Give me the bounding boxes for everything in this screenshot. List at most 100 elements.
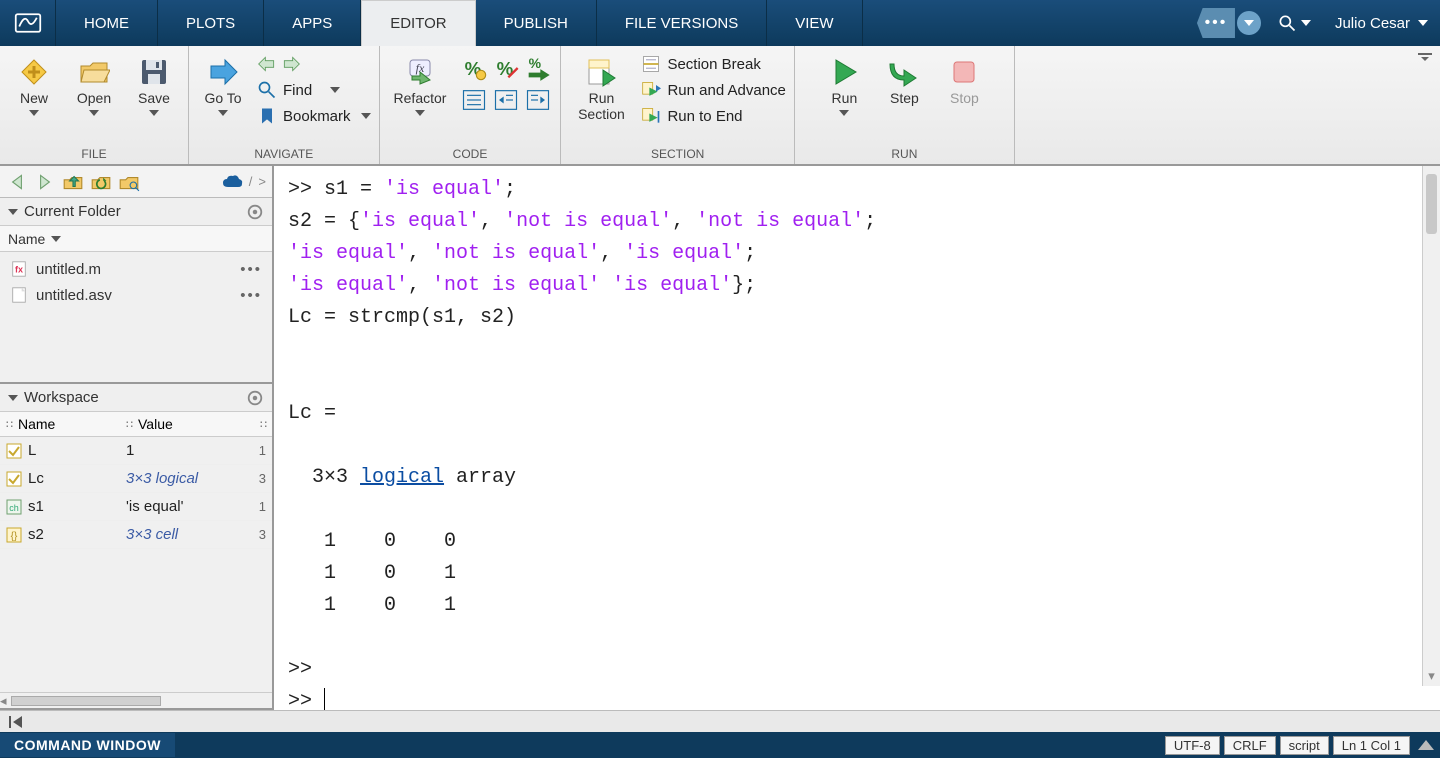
search-icon[interactable] bbox=[1277, 13, 1297, 33]
ws-var-value[interactable]: 'is equal' bbox=[120, 493, 254, 521]
ws-col-value[interactable]: ∷Value bbox=[120, 412, 254, 437]
tab-view[interactable]: VIEW bbox=[767, 0, 862, 46]
refresh-folder-icon[interactable] bbox=[90, 171, 112, 193]
tab-file-versions[interactable]: FILE VERSIONS bbox=[597, 0, 767, 46]
chevron-down-icon bbox=[149, 110, 159, 116]
tab-publish[interactable]: PUBLISH bbox=[476, 0, 597, 46]
refactor-label: Refactor bbox=[394, 90, 447, 106]
go-first-button[interactable] bbox=[6, 714, 26, 730]
new-button[interactable]: New bbox=[8, 52, 60, 120]
stop-button[interactable]: Stop bbox=[938, 52, 990, 110]
ws-col-more[interactable]: ∷ bbox=[254, 412, 272, 437]
ws-var-value[interactable]: 1 bbox=[120, 437, 254, 465]
tab-editor[interactable]: EDITOR bbox=[361, 0, 475, 46]
code-output[interactable]: >> s1 = 'is equal'; s2 = {'is equal', 'n… bbox=[274, 166, 1440, 710]
user-menu[interactable]: Julio Cesar bbox=[1335, 15, 1428, 32]
file-name: untitled.asv bbox=[36, 287, 112, 304]
indent-right-button[interactable] bbox=[524, 86, 552, 114]
ws-var-value[interactable]: 3×3 cell bbox=[120, 521, 254, 549]
gear-icon[interactable] bbox=[246, 389, 264, 407]
current-folder-title: Current Folder bbox=[24, 203, 121, 220]
scrollbar-thumb[interactable] bbox=[1426, 174, 1437, 234]
outdent-button[interactable] bbox=[492, 86, 520, 114]
scrollbar-thumb[interactable] bbox=[11, 696, 161, 706]
file-row[interactable]: untitled.asv ••• bbox=[0, 282, 272, 308]
tab-strip-bottom bbox=[0, 710, 1440, 732]
step-button[interactable]: Step bbox=[878, 52, 930, 110]
wrap-comment-button[interactable]: % bbox=[524, 54, 552, 82]
status-eol[interactable]: CRLF bbox=[1224, 736, 1276, 755]
uncomment-button[interactable]: % bbox=[492, 54, 520, 82]
nav-forward-icon[interactable] bbox=[34, 171, 56, 193]
comment-button[interactable]: % bbox=[460, 54, 488, 82]
chevron-down-icon bbox=[89, 110, 99, 116]
search-dropdown[interactable] bbox=[1301, 20, 1311, 26]
ws-var-name[interactable]: chs1 bbox=[0, 493, 120, 521]
workspace-panel: Workspace ∷Name ∷Value ∷ L 1 1 Lc 3×3 lo… bbox=[0, 384, 272, 710]
status-mode[interactable]: script bbox=[1280, 736, 1329, 755]
run-button[interactable]: Run bbox=[818, 52, 870, 120]
grip-icon: ∷ bbox=[260, 418, 268, 431]
status-position[interactable]: Ln 1 Col 1 bbox=[1333, 736, 1410, 755]
ws-var-name[interactable]: {}s2 bbox=[0, 521, 120, 549]
refactor-button[interactable]: fx Refactor bbox=[388, 52, 453, 120]
workspace-header[interactable]: Workspace bbox=[0, 384, 272, 412]
save-button[interactable]: Save bbox=[128, 52, 180, 120]
status-encoding[interactable]: UTF-8 bbox=[1165, 736, 1220, 755]
current-folder-header[interactable]: Current Folder bbox=[0, 198, 272, 226]
command-window-tab[interactable]: COMMAND WINDOW bbox=[0, 733, 175, 757]
gear-icon[interactable] bbox=[246, 203, 264, 221]
file-row[interactable]: fx untitled.m ••• bbox=[0, 256, 272, 282]
char-icon: ch bbox=[6, 499, 22, 515]
file-menu-icon[interactable]: ••• bbox=[240, 261, 262, 278]
scroll-down-icon[interactable]: ▾ bbox=[1426, 668, 1437, 684]
collapse-toolstrip-button[interactable] bbox=[1416, 50, 1434, 60]
ws-var-value[interactable]: 3×3 logical bbox=[120, 465, 254, 493]
ws-var-name[interactable]: Lc bbox=[0, 465, 120, 493]
ws-var-name[interactable]: L bbox=[0, 437, 120, 465]
vertical-scrollbar[interactable]: ▾ bbox=[1422, 166, 1440, 686]
help-button[interactable] bbox=[1237, 11, 1261, 35]
bookmark-button[interactable]: Bookmark bbox=[257, 106, 371, 126]
tab-plots[interactable]: PLOTS bbox=[158, 0, 264, 46]
ws-var-class: 3 bbox=[254, 521, 272, 549]
nav-back-icon[interactable] bbox=[6, 171, 28, 193]
path-chevron[interactable]: > bbox=[258, 174, 266, 189]
goto-button[interactable]: Go To bbox=[197, 52, 249, 120]
workspace-hscroll[interactable]: ◂ bbox=[0, 692, 272, 708]
current-folder-columns[interactable]: Name bbox=[0, 226, 272, 252]
section-break-button[interactable]: Section Break bbox=[641, 54, 785, 74]
up-folder-icon[interactable] bbox=[62, 171, 84, 193]
tab-home[interactable]: HOME bbox=[56, 0, 158, 46]
chevron-down-icon bbox=[330, 87, 340, 93]
run-section-button[interactable]: Run Section bbox=[569, 52, 633, 126]
run-advance-button[interactable]: Run and Advance bbox=[641, 80, 785, 100]
find-button[interactable]: Find bbox=[257, 80, 371, 100]
goto-label: Go To bbox=[204, 90, 241, 106]
file-menu-icon[interactable]: ••• bbox=[240, 287, 262, 304]
tab-apps[interactable]: APPS bbox=[264, 0, 361, 46]
logical-type-link[interactable]: logical bbox=[360, 466, 444, 489]
run-advance-icon bbox=[641, 80, 661, 100]
restore-down-icon[interactable] bbox=[1418, 740, 1434, 750]
run-to-end-button[interactable]: Run to End bbox=[641, 106, 785, 126]
browse-folder-icon[interactable] bbox=[118, 171, 140, 193]
chevron-down-icon bbox=[1418, 20, 1428, 26]
group-label-file: FILE bbox=[81, 143, 106, 164]
more-actions[interactable]: ••• bbox=[1197, 8, 1235, 38]
group-label-navigate: NAVIGATE bbox=[254, 143, 313, 164]
toolstrip: New Open Save FILE Go To bbox=[0, 46, 1440, 166]
indent-button[interactable] bbox=[460, 86, 488, 114]
ws-col-name[interactable]: ∷Name bbox=[0, 412, 120, 437]
chevron-down-icon bbox=[361, 113, 371, 119]
open-button[interactable]: Open bbox=[68, 52, 120, 120]
command-window[interactable]: >> s1 = 'is equal'; s2 = {'is equal', 'n… bbox=[274, 166, 1440, 710]
cloud-icon[interactable] bbox=[221, 171, 243, 193]
toolstrip-group-section: Run Section Section Break Run and Advanc… bbox=[561, 46, 794, 164]
chevron-down-icon bbox=[839, 110, 849, 116]
app-logo[interactable] bbox=[0, 0, 56, 46]
group-label-run: RUN bbox=[891, 143, 917, 164]
nav-back-button[interactable] bbox=[257, 54, 277, 74]
nav-forward-button[interactable] bbox=[281, 54, 301, 74]
ws-var-class: 3 bbox=[254, 465, 272, 493]
